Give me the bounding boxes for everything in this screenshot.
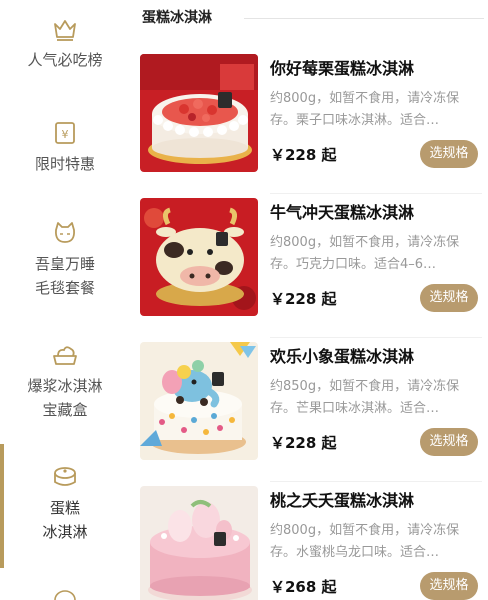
product-price: ￥228 起 [270,434,337,452]
sidebar-item-lava-box[interactable]: 爆浆冰淇淋 宝藏盒 [0,340,130,422]
sidebar-item-label: 爆浆冰淇淋 [27,377,103,395]
product-card[interactable]: 桃之夭夭蛋糕冰淇淋 约800g，如暂不食用，请冷冻保存。水蜜桃乌龙口味。适合… … [140,486,482,600]
product-card[interactable]: 欢乐小象蛋糕冰淇淋 约850g，如暂不食用，请冷冻保存。芒果口味冰淇淋。适合… … [140,342,482,482]
product-price: ￥228 起 [270,290,337,308]
ice-cream-box-icon [53,346,77,365]
product-name[interactable]: 欢乐小象蛋糕冰淇淋 [270,346,482,368]
card-divider [270,337,482,338]
sidebar-item-cake-ice-cream[interactable]: 蛋糕 冰淇淋 [0,462,130,544]
cake-icon [54,467,76,486]
product-image-ox-cake[interactable] [140,198,258,316]
product-image-strawberry-chestnut-cake[interactable] [140,54,258,172]
sidebar-item-label-line2: 冰淇淋 [42,523,88,541]
product-name[interactable]: 你好莓栗蛋糕冰淇淋 [270,58,482,80]
card-divider [270,481,482,482]
product-description: 约850g，如暂不食用，请冷冻保存。芒果口味冰淇淋。适合… [270,379,460,416]
product-image-peach-cake[interactable] [140,486,258,600]
sidebar-item-label-line2: 宝藏盒 [42,401,88,419]
product-description: 约800g，如暂不食用，请冷冻保存。水蜜桃乌龙口味。适合… [270,523,460,560]
select-spec-button[interactable]: 选规格 [420,572,478,600]
svg-text:¥: ¥ [62,128,69,141]
sidebar-item-label: 蛋糕 [49,499,80,517]
coupon-icon: ¥ [55,122,75,144]
section-divider [244,18,484,19]
product-price: ￥228 起 [270,146,337,164]
select-spec-button[interactable]: 选规格 [420,428,478,456]
card-divider [270,193,482,194]
cat-icon [55,222,75,243]
select-spec-button[interactable]: 选规格 [420,284,478,312]
product-price: ￥268 起 [270,578,337,596]
section-header: 蛋糕冰淇淋 [142,6,484,32]
product-image-elephant-cake[interactable] [140,342,258,460]
product-list-panel: 蛋糕冰淇淋 你好莓栗蛋糕冰淇淋 约800g，如暂不食用，请冷冻保存。栗子口味冰淇… [130,0,488,600]
product-card[interactable]: 你好莓栗蛋糕冰淇淋 约800g，如暂不食用，请冷冻保存。栗子口味冰淇淋。适合… … [140,54,482,194]
sidebar-item-popular[interactable]: 人气必吃榜 [0,14,130,72]
crown-icon [54,20,76,41]
sidebar-item-label-line2: 毛毯套餐 [34,279,95,297]
product-name[interactable]: 牛气冲天蛋糕冰淇淋 [270,202,482,224]
sidebar-item-limited-offer[interactable]: ¥ 限时特惠 [0,118,130,176]
product-description: 约800g，如暂不食用，请冷冻保存。栗子口味冰淇淋。适合… [270,91,460,128]
next-category-icon [54,590,76,600]
product-card[interactable]: 牛气冲天蛋糕冰淇淋 约800g，如暂不食用，请冷冻保存。巧克力口味。适合4–6…… [140,198,482,338]
product-name[interactable]: 桃之夭夭蛋糕冰淇淋 [270,490,482,512]
sidebar-item-label: 限时特惠 [34,155,95,173]
select-spec-button[interactable]: 选规格 [420,140,478,168]
product-description: 约800g，如暂不食用，请冷冻保存。巧克力口味。适合4–6… [270,235,460,272]
category-sidebar: 人气必吃榜 ¥ 限时特惠 吾皇万睡 毛毯套餐 爆浆冰淇淋 宝藏盒 蛋糕 冰淇淋 [0,0,130,600]
sidebar-item-blanket-set[interactable]: 吾皇万睡 毛毯套餐 [0,218,130,300]
sidebar-item-label: 人气必吃榜 [27,51,103,69]
sidebar-item-label: 吾皇万睡 [34,255,95,273]
